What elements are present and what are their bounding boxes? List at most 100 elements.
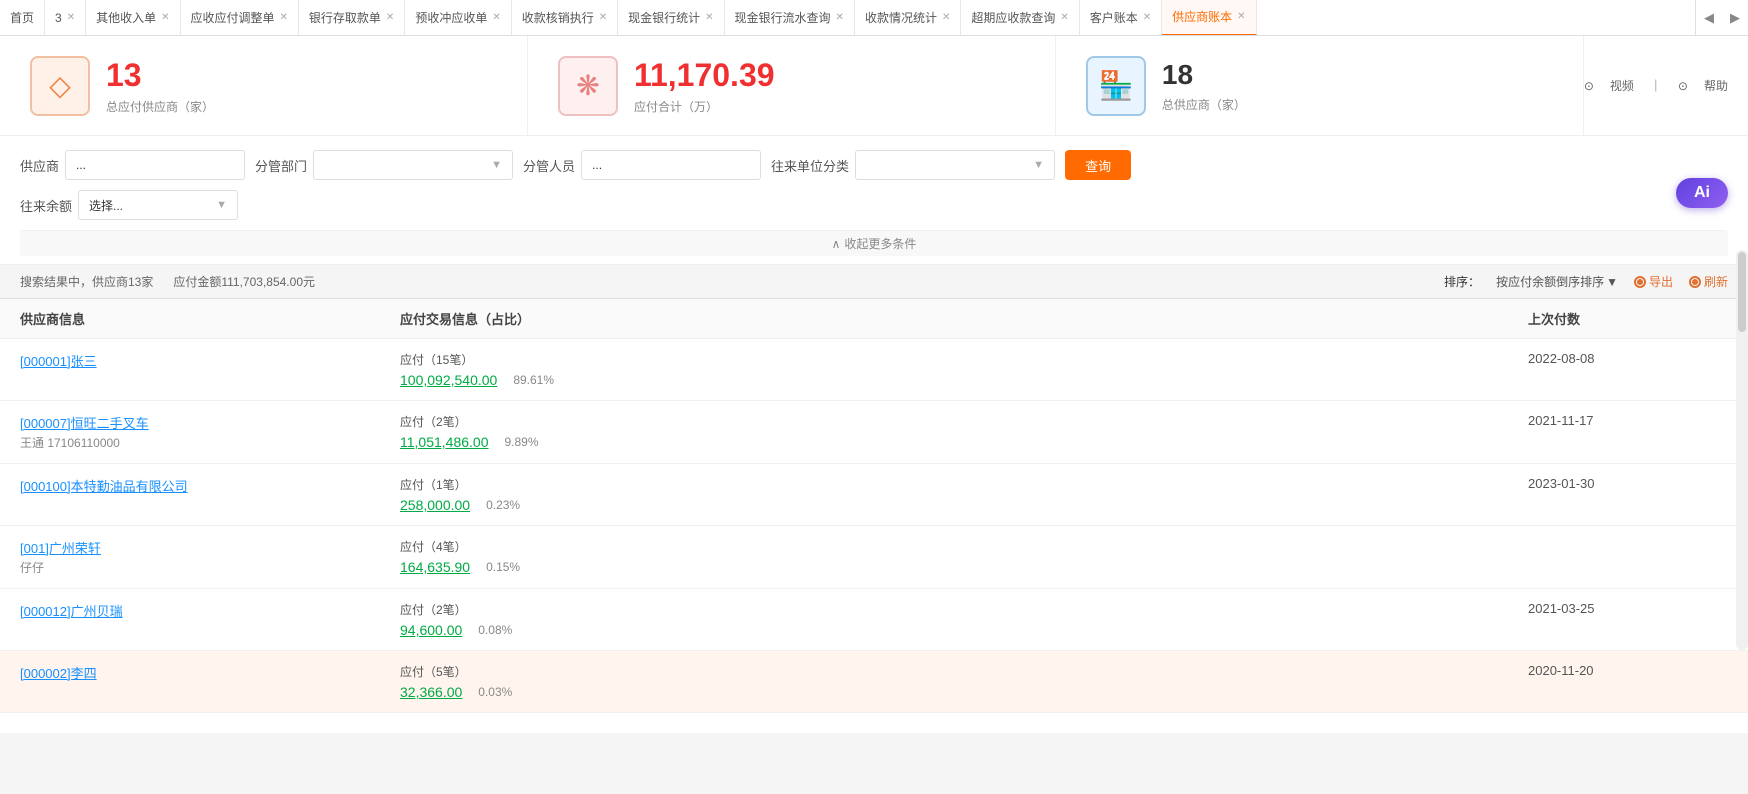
- export-radio-icon: [1634, 276, 1646, 288]
- tx-info-3: 应付（1笔） 258,000.00 0.23%: [400, 476, 1528, 513]
- person-input[interactable]: ...: [581, 150, 761, 180]
- supplier-link-3[interactable]: [000100]本特勤油品有限公司: [20, 476, 400, 495]
- supplier-link-6[interactable]: [000002]李四: [20, 663, 400, 682]
- filter-row-2: 往来余额 选择... ▼: [20, 190, 1728, 220]
- nav-tab-customer-close[interactable]: ✕: [1143, 12, 1151, 23]
- nav-tab-supplier-close[interactable]: ✕: [1237, 11, 1245, 22]
- ai-button[interactable]: Ai: [1676, 178, 1728, 208]
- video-link[interactable]: 视频: [1610, 77, 1634, 94]
- nav-tab-cash-stat-close[interactable]: ✕: [705, 12, 713, 23]
- last-pay-1: 2022-08-08: [1528, 351, 1728, 366]
- stat-label-1: 总应付供应商（家）: [106, 98, 214, 115]
- filter-category: 往来单位分类 ▼: [771, 150, 1055, 180]
- balance-select[interactable]: 选择... ▼: [78, 190, 238, 220]
- table-row: [000002]李四 应付（5笔） 32,366.00 0.03% 2020-1…: [0, 651, 1748, 713]
- refresh-button[interactable]: 刷新: [1689, 273, 1728, 290]
- nav-tab-receipt-close[interactable]: ✕: [599, 12, 607, 23]
- nav-tab-overdue[interactable]: 超期应收款查询 ✕: [961, 0, 1079, 36]
- table-row: [000001]张三 应付（15笔） 100,092,540.00 89.61%…: [0, 339, 1748, 401]
- stat-content-2: 11,170.39 应付合计（万）: [634, 56, 775, 115]
- nav-tab-receipt-stat-close[interactable]: ✕: [942, 12, 950, 23]
- nav-tab-customer[interactable]: 客户账本 ✕: [1080, 0, 1162, 36]
- nav-tab-other-income[interactable]: 其他收入单 ✕: [86, 0, 180, 36]
- col-header-supplier: 供应商信息: [20, 309, 400, 328]
- tx-pct-6: 0.03%: [478, 685, 512, 699]
- result-left: 搜索结果中，供应商13家 应付金额111,703,854.00元: [20, 273, 315, 290]
- nav-tab-receipt-stat[interactable]: 收款情况统计 ✕: [855, 0, 961, 36]
- last-pay-6: 2020-11-20: [1528, 663, 1728, 678]
- nav-tab-3-close[interactable]: ✕: [67, 12, 75, 23]
- stat-item-2: ❋ 11,170.39 应付合计（万）: [528, 36, 1056, 135]
- balance-select-value: 选择...: [89, 197, 123, 214]
- balance-filter-label: 往来余额: [20, 196, 72, 215]
- tx-amount-2[interactable]: 11,051,486.00: [400, 434, 489, 450]
- category-chevron-icon: ▼: [1033, 159, 1044, 171]
- stat-content-3: 18 总供应商（家）: [1162, 58, 1246, 113]
- tx-info-2: 应付（2笔） 11,051,486.00 9.89%: [400, 413, 1528, 450]
- nav-tab-home[interactable]: 首页: [0, 0, 45, 36]
- nav-tab-receipt-label: 收款核销执行: [522, 9, 594, 26]
- stat-number-3: 18: [1162, 58, 1246, 92]
- supplier-input[interactable]: ...: [65, 150, 245, 180]
- nav-tab-3-label: 3: [55, 11, 62, 25]
- category-select[interactable]: ▼: [855, 150, 1055, 180]
- query-button[interactable]: 查询: [1065, 150, 1131, 180]
- scrollbar[interactable]: [1736, 250, 1748, 650]
- last-pay-3: 2023-01-30: [1528, 476, 1728, 491]
- supplier-link-2[interactable]: [000007]恒旺二手叉车: [20, 413, 400, 432]
- nav-tab-cash-flow-close[interactable]: ✕: [836, 12, 844, 23]
- tx-amount-6[interactable]: 32,366.00: [400, 684, 462, 700]
- tx-amount-4[interactable]: 164,635.90: [400, 559, 470, 575]
- tx-amount-1[interactable]: 100,092,540.00: [400, 372, 497, 388]
- export-button[interactable]: 导出: [1634, 273, 1673, 290]
- nav-tab-overdue-close[interactable]: ✕: [1060, 12, 1068, 23]
- nav-tab-other-income-label: 其他收入单: [96, 9, 156, 26]
- sort-value[interactable]: 按应付余额倒序排序 ▼: [1496, 273, 1618, 290]
- nav-tab-cash-stat[interactable]: 现金银行统计 ✕: [618, 0, 724, 36]
- dept-select[interactable]: ▼: [313, 150, 513, 180]
- tx-row-1: 100,092,540.00 89.61%: [400, 372, 1528, 388]
- top-nav: 首页 3 ✕ 其他收入单 ✕ 应收应付调整单 ✕ 银行存取款单 ✕ 预收冲应收单…: [0, 0, 1748, 36]
- tx-info-5: 应付（2笔） 94,600.00 0.08%: [400, 601, 1528, 638]
- nav-tab-bank-close[interactable]: ✕: [386, 12, 394, 23]
- nav-right-arrow[interactable]: ▶: [1722, 0, 1748, 36]
- supplier-link-4[interactable]: [001]广州荣轩: [20, 538, 400, 557]
- tx-label-3: 应付（1笔）: [400, 476, 1528, 493]
- nav-tab-advance[interactable]: 预收冲应收单 ✕: [405, 0, 511, 36]
- collapse-label: 收起更多条件: [844, 235, 916, 252]
- collapse-button[interactable]: ∧ 收起更多条件: [20, 230, 1728, 256]
- video-divider: ⊙: [1584, 79, 1594, 93]
- tx-label-6: 应付（5笔）: [400, 663, 1528, 680]
- person-filter-label: 分管人员: [523, 156, 575, 175]
- tx-label-1: 应付（15笔）: [400, 351, 1528, 368]
- nav-tab-cash-flow[interactable]: 现金银行流水查询 ✕: [725, 0, 855, 36]
- supplier-info-4: [001]广州荣轩 仔仔: [20, 538, 400, 576]
- tx-info-1: 应付（15笔） 100,092,540.00 89.61%: [400, 351, 1528, 388]
- tx-info-6: 应付（5笔） 32,366.00 0.03%: [400, 663, 1528, 700]
- nav-tab-supplier[interactable]: 供应商账本 ✕: [1162, 0, 1256, 36]
- filter-balance: 往来余额 选择... ▼: [20, 190, 238, 220]
- stat-number-1: 13: [106, 56, 214, 94]
- nav-tab-bank[interactable]: 银行存取款单 ✕: [299, 0, 405, 36]
- amount-text: 应付金额111,703,854.00元: [173, 273, 315, 290]
- supplier-info-6: [000002]李四: [20, 663, 400, 682]
- supplier-link-1[interactable]: [000001]张三: [20, 351, 400, 370]
- stat-label-3: 总供应商（家）: [1162, 96, 1246, 113]
- supplier-info-1: [000001]张三: [20, 351, 400, 370]
- nav-tab-receipt[interactable]: 收款核销执行 ✕: [512, 0, 618, 36]
- table-row: [001]广州荣轩 仔仔 应付（4笔） 164,635.90 0.15%: [0, 526, 1748, 589]
- nav-tab-advance-close[interactable]: ✕: [492, 12, 500, 23]
- nav-left-arrow[interactable]: ◀: [1696, 0, 1722, 36]
- col-header-transaction: 应付交易信息（占比）: [400, 309, 1528, 328]
- nav-tab-adjust-close[interactable]: ✕: [280, 12, 288, 23]
- sort-label: 排序：: [1444, 273, 1480, 290]
- tx-amount-3[interactable]: 258,000.00: [400, 497, 470, 513]
- nav-tab-supplier-label: 供应商账本: [1172, 8, 1232, 25]
- help-link[interactable]: 帮助: [1704, 77, 1728, 94]
- nav-tab-other-income-close[interactable]: ✕: [161, 12, 169, 23]
- nav-tab-adjust[interactable]: 应收应付调整单 ✕: [181, 0, 299, 36]
- tx-amount-5[interactable]: 94,600.00: [400, 622, 462, 638]
- scrollbar-thumb[interactable]: [1738, 252, 1746, 332]
- nav-tab-3[interactable]: 3 ✕: [45, 0, 86, 36]
- supplier-link-5[interactable]: [000012]广州贝瑞: [20, 601, 400, 620]
